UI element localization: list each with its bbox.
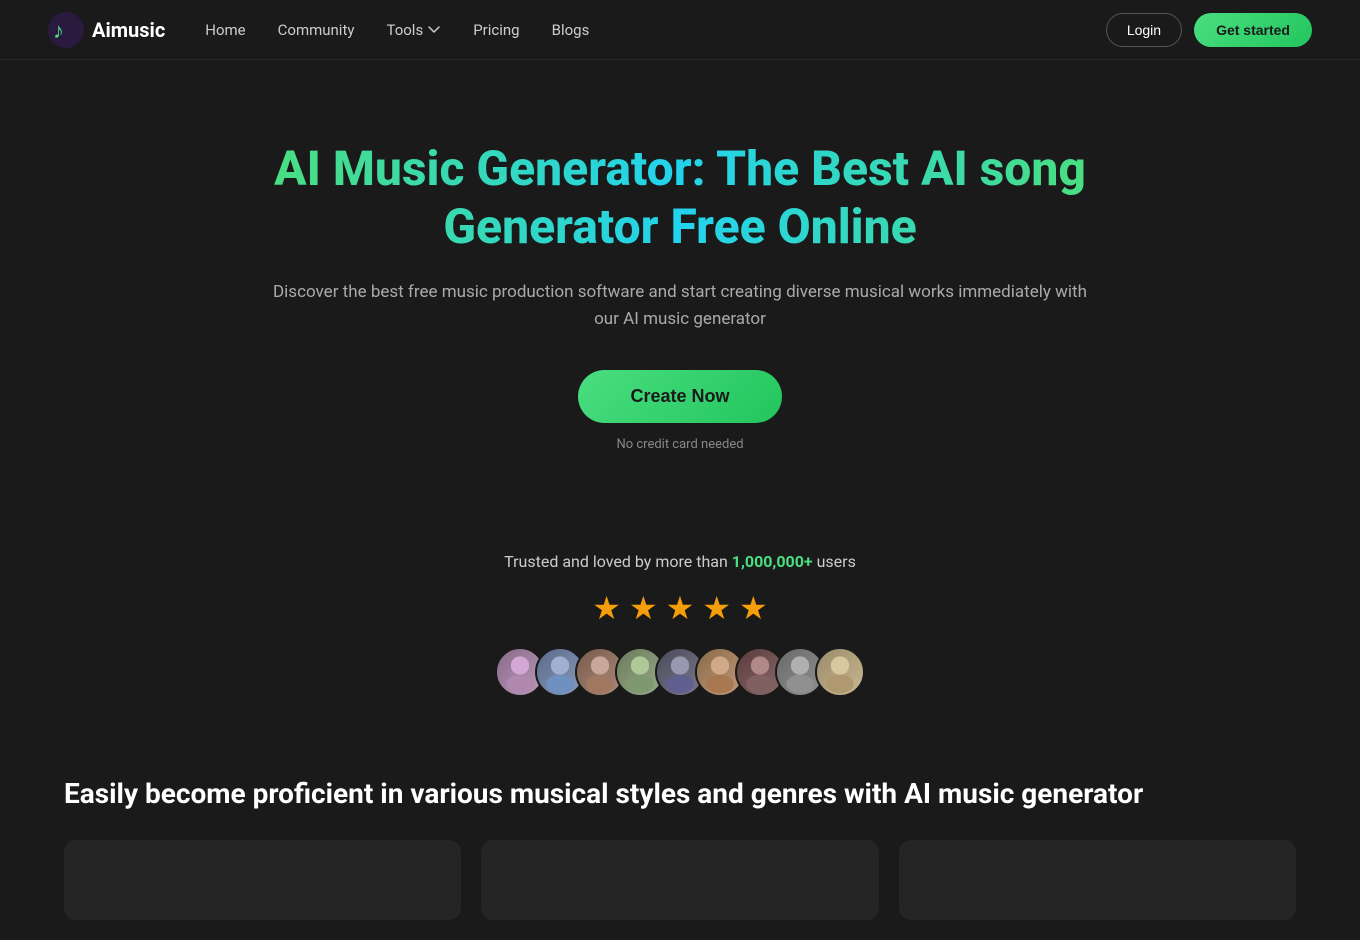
star-5: ★	[739, 589, 768, 627]
logo-link[interactable]: ♪ Aimusic	[48, 12, 165, 48]
tools-dropdown-trigger[interactable]: Tools	[386, 21, 441, 39]
nav-item-tools[interactable]: Tools	[386, 21, 441, 39]
trusted-text: Trusted and loved by more than 1,000,000…	[40, 552, 1320, 571]
trusted-suffix: users	[817, 552, 856, 571]
no-credit-text: No credit card needed	[270, 437, 1090, 452]
avatars-row	[40, 647, 1320, 697]
nav-left: ♪ Aimusic Home Community Tools Pricing	[48, 12, 589, 48]
svg-text:♪: ♪	[53, 19, 64, 44]
login-button[interactable]: Login	[1106, 13, 1182, 47]
feature-card-1	[64, 840, 461, 920]
get-started-button[interactable]: Get started	[1194, 13, 1312, 47]
bottom-section: Easily become proficient in various musi…	[0, 717, 1360, 940]
nav-link-community[interactable]: Community	[278, 21, 355, 39]
nav-item-home[interactable]: Home	[205, 20, 245, 39]
trusted-prefix: Trusted and loved by more than	[504, 552, 728, 571]
bottom-title: Easily become proficient in various musi…	[64, 777, 1296, 810]
nav-links: Home Community Tools Pricing Blogs	[205, 20, 589, 39]
hero-subtitle: Discover the best free music production …	[270, 279, 1090, 333]
trusted-section: Trusted and loved by more than 1,000,000…	[0, 512, 1360, 717]
feature-card-3	[899, 840, 1296, 920]
star-2: ★	[629, 589, 658, 627]
hero-title: AI Music Generator: The Best AI song Gen…	[270, 140, 1090, 255]
nav-item-pricing[interactable]: Pricing	[473, 20, 519, 39]
navbar: ♪ Aimusic Home Community Tools Pricing	[0, 0, 1360, 60]
logo-icon: ♪	[48, 12, 84, 48]
nav-link-blogs[interactable]: Blogs	[552, 21, 590, 39]
star-3: ★	[666, 589, 695, 627]
nav-link-pricing[interactable]: Pricing	[473, 21, 519, 39]
star-1: ★	[592, 589, 621, 627]
stars-row: ★ ★ ★ ★ ★	[40, 589, 1320, 627]
feature-card-2	[481, 840, 878, 920]
avatar-group	[495, 647, 865, 697]
star-4: ★	[702, 589, 731, 627]
nav-right: Login Get started	[1106, 13, 1312, 47]
nav-item-blogs[interactable]: Blogs	[552, 20, 590, 39]
brand-name: Aimusic	[92, 18, 165, 42]
trusted-count: 1,000,000+	[732, 552, 813, 571]
chevron-down-icon	[427, 23, 441, 37]
hero-section: AI Music Generator: The Best AI song Gen…	[230, 60, 1130, 512]
avatar-9	[815, 647, 865, 697]
cards-row	[64, 840, 1296, 920]
nav-link-home[interactable]: Home	[205, 21, 245, 39]
create-now-button[interactable]: Create Now	[578, 370, 781, 423]
nav-item-community[interactable]: Community	[278, 20, 355, 39]
